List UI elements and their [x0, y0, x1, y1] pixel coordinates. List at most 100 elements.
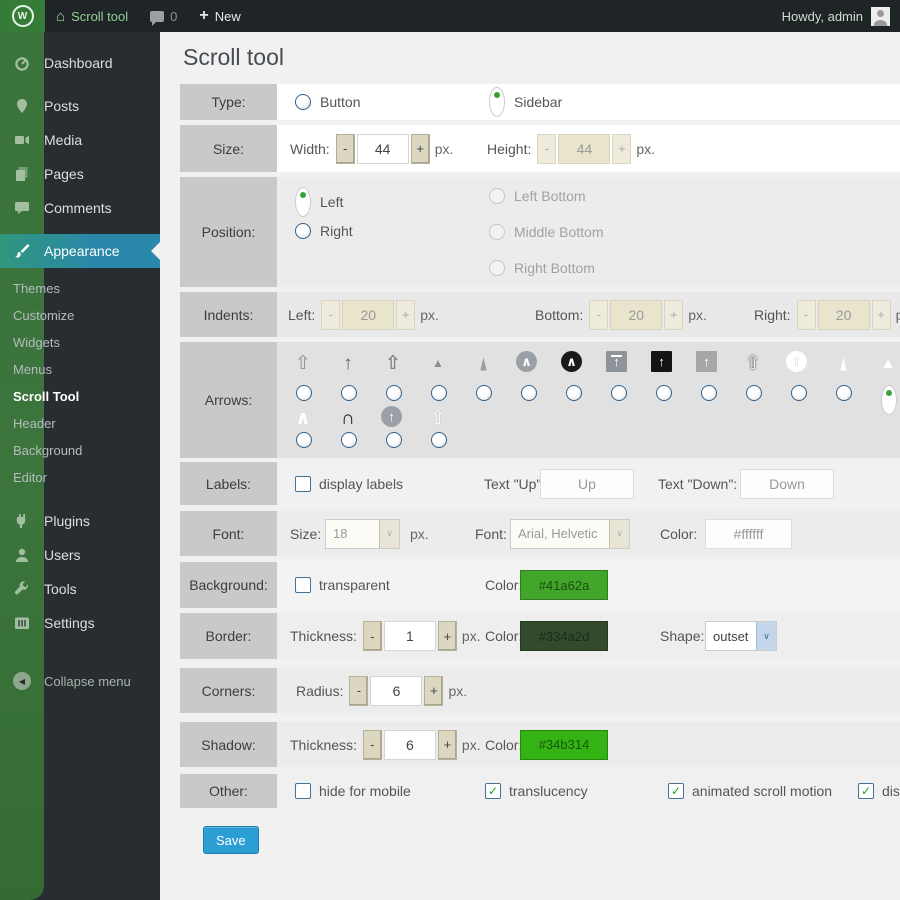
other-hide-for-mobile-checkbox[interactable]: hide for mobile	[295, 783, 411, 799]
arrow-glyph: ↑	[388, 409, 395, 424]
increment-button[interactable]: +	[410, 133, 430, 164]
submenu-item-scroll-tool[interactable]: Scroll Tool	[0, 383, 160, 410]
howdy-account-link[interactable]: Howdy, admin	[782, 9, 863, 24]
radio-icon[interactable]	[295, 94, 311, 110]
transparent-checkbox[interactable]: transparent	[295, 577, 390, 593]
sidebar-item-media[interactable]: Media	[0, 123, 160, 157]
submenu-item-editor[interactable]: Editor	[0, 464, 160, 491]
arrow-style-radio[interactable]	[566, 385, 582, 401]
arrow-style-radio[interactable]	[611, 385, 627, 401]
submenu-item-background[interactable]: Background	[0, 437, 160, 464]
text-up-input[interactable]	[540, 468, 634, 499]
submenu-item-header[interactable]: Header	[0, 410, 160, 437]
position-left-bottom-radio[interactable]: Left Bottom	[489, 188, 586, 204]
display-labels-checkbox[interactable]: display labels	[295, 475, 403, 492]
spinner-value-input	[610, 299, 663, 330]
type-sidebar-radio[interactable]: Sidebar	[489, 87, 562, 117]
arrow-style-radio[interactable]	[656, 385, 672, 401]
collapse-menu-label: Collapse menu	[44, 673, 131, 689]
radio-icon[interactable]	[295, 223, 311, 239]
sidebar-item-appearance[interactable]: Appearance	[0, 234, 160, 268]
save-button[interactable]: Save	[203, 826, 259, 854]
arrow-style-radio[interactable]	[341, 432, 357, 448]
sidebar-item-users[interactable]: Users	[0, 538, 160, 572]
spinner-value-input[interactable]	[370, 675, 423, 706]
spinner-value-input[interactable]	[356, 133, 409, 164]
radio-icon[interactable]	[489, 87, 505, 117]
chevron-down-icon[interactable]: ∨	[756, 622, 776, 650]
text-down-input[interactable]	[740, 468, 834, 499]
other-translucency-checkbox[interactable]: ✓ translucency	[485, 783, 588, 799]
collapse-menu-button[interactable]: ◀ Collapse menu	[0, 664, 160, 698]
select-value: 18	[326, 519, 379, 548]
sidebar-item-plugins[interactable]: Plugins	[0, 504, 160, 538]
sidebar-item-label: Settings	[44, 615, 95, 631]
arrow-style-radio[interactable]	[386, 432, 402, 448]
new-content-menu[interactable]: + New	[188, 0, 251, 32]
submenu-item-themes[interactable]: Themes	[0, 275, 160, 302]
radio-icon[interactable]	[295, 187, 311, 217]
shadow-color-swatch[interactable]: #34b314	[520, 729, 608, 760]
increment-button[interactable]: +	[437, 621, 457, 651]
spinner-value-input[interactable]	[383, 729, 436, 760]
increment-button[interactable]: +	[424, 675, 444, 706]
background-color-swatch[interactable]: #41a62a	[520, 570, 608, 600]
sidebar-item-dashboard[interactable]: Dashboard	[0, 46, 160, 80]
checkbox-option[interactable]: transparent	[295, 577, 390, 593]
arrow-style-radio[interactable]	[341, 385, 357, 401]
increment-button[interactable]: +	[437, 729, 457, 760]
sidebar-item-settings[interactable]: Settings	[0, 606, 160, 640]
arrow-style-radio[interactable]	[296, 385, 312, 401]
position-middle-bottom-radio[interactable]: Middle Bottom	[489, 224, 603, 240]
radio-option[interactable]: Sidebar	[489, 87, 562, 117]
arrow-style-radio[interactable]	[386, 385, 402, 401]
sidebar-item-posts[interactable]: Posts	[0, 89, 160, 123]
decrement-button[interactable]: -	[349, 675, 369, 706]
checkbox-option[interactable]: display labels	[295, 475, 403, 492]
sidebar-item-comments[interactable]: Comments	[0, 191, 160, 225]
arrow-style-radio[interactable]	[791, 385, 807, 401]
avatar[interactable]	[871, 6, 890, 26]
other-animated-scroll-motion-checkbox[interactable]: ✓ animated scroll motion	[668, 783, 832, 799]
font-color-input[interactable]	[705, 518, 792, 549]
submenu-item-menus[interactable]: Menus	[0, 356, 160, 383]
arrow-style-radio[interactable]	[746, 385, 762, 401]
submenu-item-customize[interactable]: Customize	[0, 302, 160, 329]
arrow-style-radio[interactable]	[431, 385, 447, 401]
sidebar-item-tools[interactable]: Tools	[0, 572, 160, 606]
radio-icon[interactable]	[489, 260, 505, 276]
decrement-button[interactable]: -	[362, 621, 382, 651]
position-right-radio[interactable]: Right	[295, 223, 353, 239]
checkbox-icon[interactable]: ✓	[485, 783, 501, 799]
arrow-style-radio[interactable]	[476, 385, 492, 401]
wordpress-menu[interactable]: W	[0, 0, 45, 32]
position-left-radio[interactable]: Left	[295, 187, 343, 217]
select-box[interactable]: outset ∨	[705, 621, 777, 651]
decrement-button[interactable]: -	[335, 133, 355, 164]
comments-shortcut[interactable]: 0	[139, 0, 188, 32]
sidebar-item-pages[interactable]: Pages	[0, 157, 160, 191]
arrow-style-radio[interactable]	[431, 432, 447, 448]
border-color-swatch[interactable]: #334a2d	[520, 621, 608, 651]
radio-icon[interactable]	[489, 188, 505, 204]
checkbox-icon[interactable]: ✓	[668, 783, 684, 799]
arrow-style-radio[interactable]	[296, 432, 312, 448]
checkbox-icon[interactable]	[295, 783, 311, 799]
radio-option[interactable]: Button	[295, 94, 360, 110]
type-button-radio[interactable]: Button	[295, 94, 360, 110]
site-link[interactable]: ⌂ Scroll tool	[45, 0, 139, 32]
submenu-item-widgets[interactable]: Widgets	[0, 329, 160, 356]
checkbox-icon[interactable]	[295, 475, 311, 492]
radio-icon[interactable]	[489, 224, 505, 240]
arrow-style-radio[interactable]	[521, 385, 537, 401]
arrow-style-radio[interactable]	[836, 385, 852, 401]
arrow-style-radio[interactable]	[701, 385, 717, 401]
decrement-button[interactable]: -	[362, 729, 382, 760]
checkbox-icon[interactable]	[295, 577, 311, 593]
position-right-bottom-radio[interactable]: Right Bottom	[489, 260, 595, 276]
spinner-value-input[interactable]	[383, 621, 436, 651]
arrow-style-radio[interactable]	[881, 385, 897, 415]
checkbox-icon[interactable]: ✓	[858, 783, 874, 799]
other-disa-checkbox[interactable]: ✓ disa	[858, 783, 900, 799]
spinner-unit: px.	[461, 628, 481, 644]
